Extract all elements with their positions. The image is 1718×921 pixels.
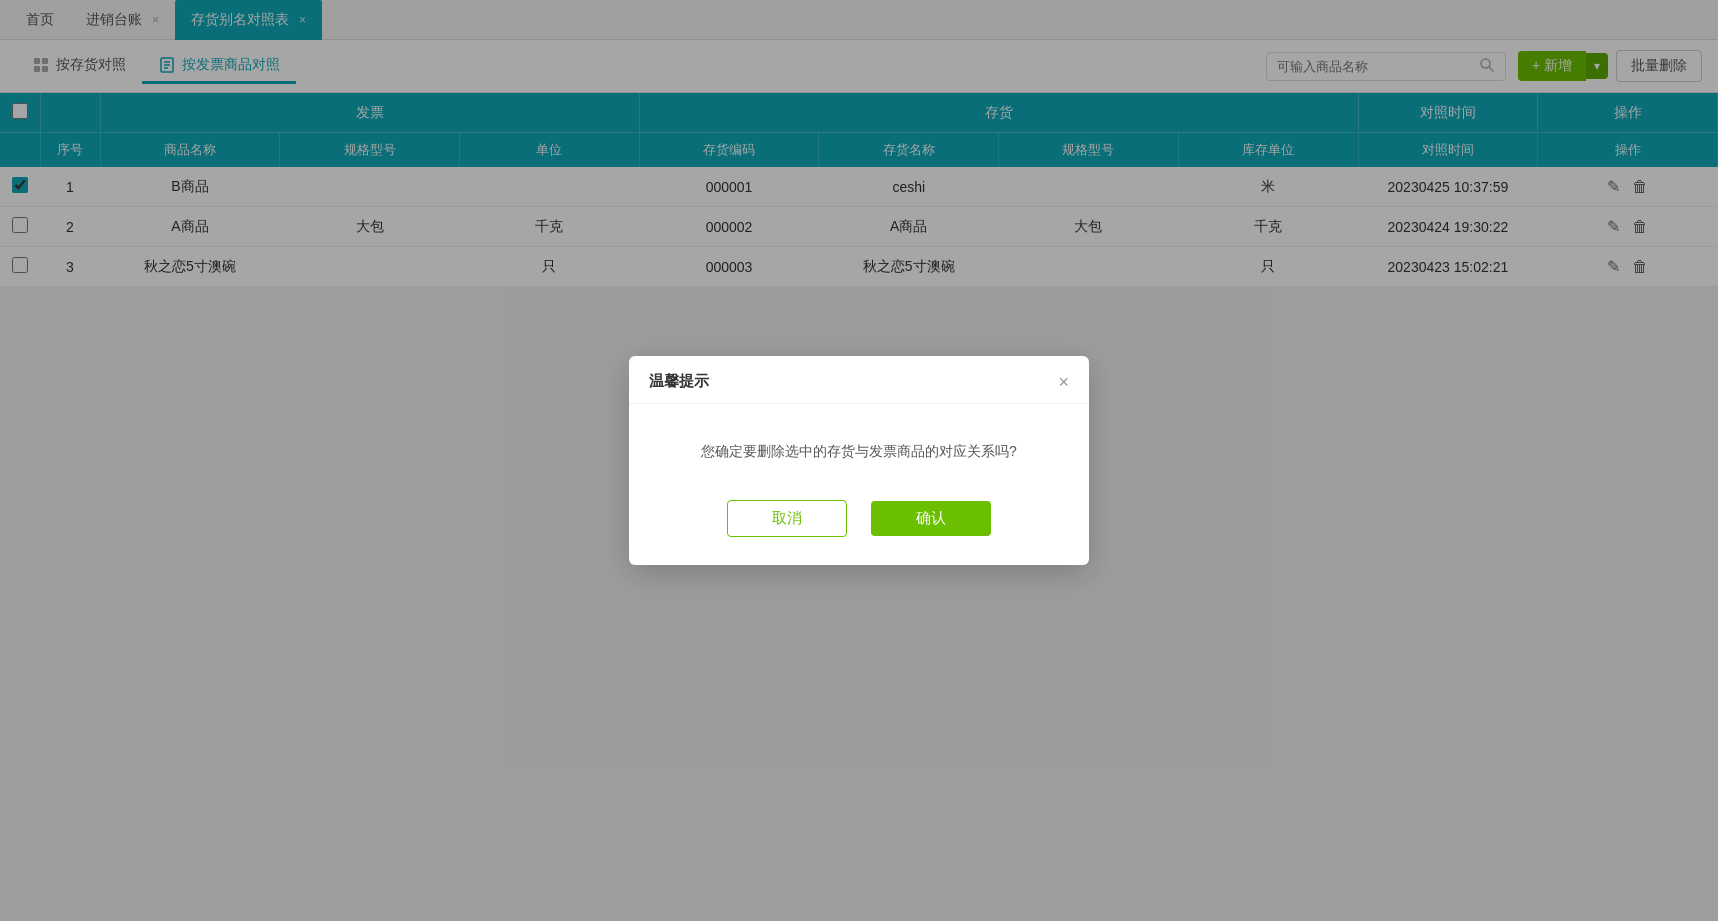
- modal-overlay[interactable]: 温馨提示 × 您确定要删除选中的存货与发票商品的对应关系吗? 取消 确认: [0, 0, 1718, 287]
